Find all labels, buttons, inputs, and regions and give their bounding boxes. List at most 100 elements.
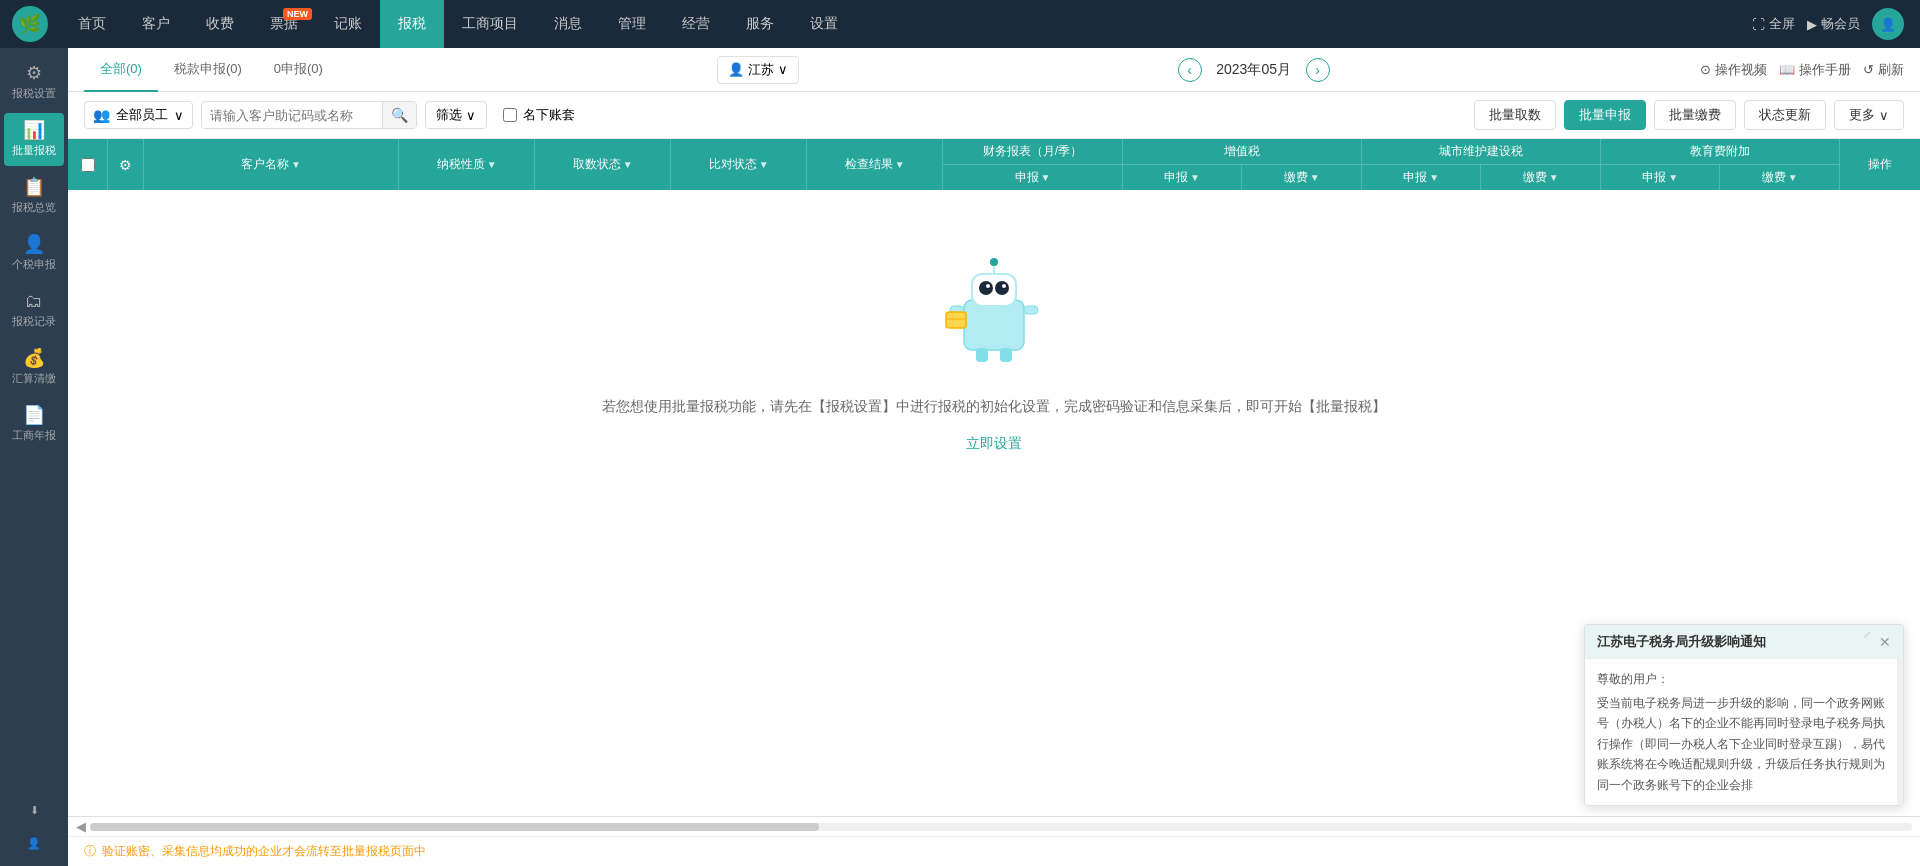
header-financial-group: 财务报表（月/季） 申报 ▼ (943, 139, 1123, 190)
nav-service[interactable]: 服务 (728, 0, 792, 48)
nav-home[interactable]: 首页 (60, 0, 124, 48)
employee-chevron-icon: ∨ (174, 108, 184, 123)
header-checkbox[interactable] (81, 158, 95, 172)
sidebar-item-personal-tax[interactable]: 👤 个税申报 (4, 227, 64, 280)
prev-month-button[interactable]: ‹ (1178, 58, 1202, 82)
svg-rect-0 (964, 300, 1024, 350)
urban-pay-sort-icon: ▼ (1549, 172, 1559, 183)
urban-declare-header: 申报 ▼ (1362, 165, 1482, 190)
urban-group-label: 城市维护建设税 (1362, 139, 1600, 165)
sidebar-bottom: ⬇ 👤 (0, 796, 68, 866)
sidebar-item-tax-summary[interactable]: 📋 报税总览 (4, 170, 64, 223)
nav-customer[interactable]: 客户 (124, 0, 188, 48)
video-action[interactable]: ⊙ 操作视频 (1700, 61, 1767, 79)
empty-robot-illustration (934, 250, 1054, 370)
nav-bookkeeping[interactable]: 记账 (316, 0, 380, 48)
urban-declare-sort-icon: ▼ (1429, 172, 1439, 183)
nav-invoice[interactable]: 票据 NEW (252, 0, 316, 48)
nav-management[interactable]: 管理 (600, 0, 664, 48)
svg-point-7 (990, 258, 998, 266)
more-chevron-icon: ∨ (1879, 108, 1889, 123)
tabs-left: 全部(0) 税款申报(0) 0申报(0) (84, 48, 339, 92)
notification-greeting: 尊敬的用户： (1597, 669, 1891, 689)
sidebar-download[interactable]: ⬇ (4, 796, 64, 825)
scroll-left-arrow[interactable]: ◀ (76, 819, 86, 834)
tab-all[interactable]: 全部(0) (84, 48, 158, 92)
fullscreen-icon: ⛶ (1752, 17, 1765, 32)
header-check-result: 检查结果 ▼ (807, 139, 943, 190)
header-operations: 操作 (1840, 139, 1920, 190)
table-header: ⚙ 客户名称 ▼ 纳税性质 ▼ 取数状态 ▼ 比对状态 ▼ (68, 139, 1920, 190)
vat-pay-sort-icon: ▼ (1310, 172, 1320, 183)
status-bar: ⓘ 验证账密、采集信息均成功的企业才会流转至批量报税页面中 (68, 836, 1920, 866)
setup-link[interactable]: 立即设置 (966, 435, 1022, 453)
financial-sub-headers: 申报 ▼ (943, 165, 1122, 190)
sidebar-item-tax-settings[interactable]: ⚙ 报税设置 (4, 56, 64, 109)
nav-message[interactable]: 消息 (536, 0, 600, 48)
education-group-label: 教育费附加 (1601, 139, 1839, 165)
nav-fee[interactable]: 收费 (188, 0, 252, 48)
refresh-action[interactable]: ↺ 刷新 (1863, 61, 1904, 79)
notification-close-button[interactable]: ✕ (1879, 634, 1891, 650)
batch-tax-icon: 📊 (23, 121, 45, 139)
refresh-icon: ↺ (1863, 62, 1874, 77)
search-input[interactable] (202, 103, 382, 128)
notification-scrollbar[interactable] (1897, 659, 1903, 805)
tax-summary-icon: 📋 (23, 178, 45, 196)
province-select[interactable]: 👤 江苏 ∨ (717, 56, 799, 84)
manual-icon: 📖 (1779, 62, 1795, 77)
member-button[interactable]: ▶ 畅会员 (1807, 15, 1860, 33)
sidebar-item-settlement[interactable]: 💰 汇算清缴 (4, 341, 64, 394)
sidebar-item-annual-report[interactable]: 📄 工商年报 (4, 398, 64, 451)
header-settings[interactable]: ⚙ (108, 139, 144, 190)
batch-pay-button[interactable]: 批量缴费 (1654, 100, 1736, 130)
education-sub-headers: 申报 ▼ 缴费 ▼ (1601, 165, 1839, 190)
tab-zero-declaration[interactable]: 0申报(0) (258, 48, 339, 92)
batch-fetch-button[interactable]: 批量取数 (1474, 100, 1556, 130)
tax-settings-icon: ⚙ (26, 64, 42, 82)
education-pay-header: 缴费 ▼ (1720, 165, 1839, 190)
vat-sub-headers: 申报 ▼ 缴费 ▼ (1123, 165, 1361, 190)
header-tax-nature: 纳税性质 ▼ (399, 139, 535, 190)
search-button[interactable]: 🔍 (382, 102, 416, 128)
month-display: 2023年05月 (1214, 61, 1294, 79)
fullscreen-button[interactable]: ⛶ 全屏 (1752, 15, 1795, 33)
sidebar-item-tax-record[interactable]: 🗂 报税记录 (4, 284, 64, 337)
vat-group-label: 增值税 (1123, 139, 1361, 165)
employee-select[interactable]: 👥 全部员工 ∨ (84, 101, 193, 129)
fetch-sort-icon: ▼ (623, 159, 633, 170)
manual-action[interactable]: 📖 操作手册 (1779, 61, 1851, 79)
notification-title: 江苏电子税务局升级影响通知 (1597, 633, 1766, 651)
scrollbar-thumb (90, 823, 819, 831)
svg-rect-9 (1024, 306, 1038, 314)
nav-tax[interactable]: 报税 (380, 0, 444, 48)
accounts-checkbox[interactable] (503, 108, 517, 122)
tabs-bar: 全部(0) 税款申报(0) 0申报(0) 👤 江苏 ∨ ‹ 2023年05月 › (68, 48, 1920, 92)
next-month-button[interactable]: › (1306, 58, 1330, 82)
tab-tax-declaration[interactable]: 税款申报(0) (158, 48, 258, 92)
empty-state-text: 若您想使用批量报税功能，请先在【报税设置】中进行报税的初始化设置，完成密码验证和… (602, 394, 1386, 419)
resize-handle[interactable]: ⤢ (1859, 625, 1875, 644)
avatar[interactable]: 👤 (1872, 8, 1904, 40)
filter-button[interactable]: 筛选 ∨ (425, 101, 487, 129)
education-declare-sort-icon: ▼ (1668, 172, 1678, 183)
avatar-icon: 👤 (1880, 17, 1896, 32)
personal-tax-icon: 👤 (23, 235, 45, 253)
more-button[interactable]: 更多 ∨ (1834, 100, 1904, 130)
nav-business[interactable]: 工商项目 (444, 0, 536, 48)
sidebar-user[interactable]: 👤 (4, 829, 64, 858)
notification-body-wrap: 尊敬的用户： 受当前电子税务局进一步升级的影响，同一个政务网账号（办税人）名下的… (1585, 659, 1903, 805)
notification-popup: 江苏电子税务局升级影响通知 ✕ 尊敬的用户： 受当前电子税务局进一步升级的影响，… (1584, 624, 1904, 806)
checkbox-wrap: 名下账套 (503, 106, 575, 124)
nav-items: 首页 客户 收费 票据 NEW 记账 报税 工商项目 消息 管理 经营 服务 设… (60, 0, 1752, 48)
status-update-button[interactable]: 状态更新 (1744, 100, 1826, 130)
nav-settings[interactable]: 设置 (792, 0, 856, 48)
sidebar-item-batch-tax[interactable]: 📊 批量报税 (4, 113, 64, 166)
user-small-icon: 👤 (728, 62, 744, 77)
nav-operation[interactable]: 经营 (664, 0, 728, 48)
financial-declare-sort-icon: ▼ (1041, 172, 1051, 183)
customer-sort-icon: ▼ (291, 159, 301, 170)
financial-group-label: 财务报表（月/季） (943, 139, 1122, 165)
member-icon: ▶ (1807, 17, 1817, 32)
batch-declare-button[interactable]: 批量申报 (1564, 100, 1646, 130)
